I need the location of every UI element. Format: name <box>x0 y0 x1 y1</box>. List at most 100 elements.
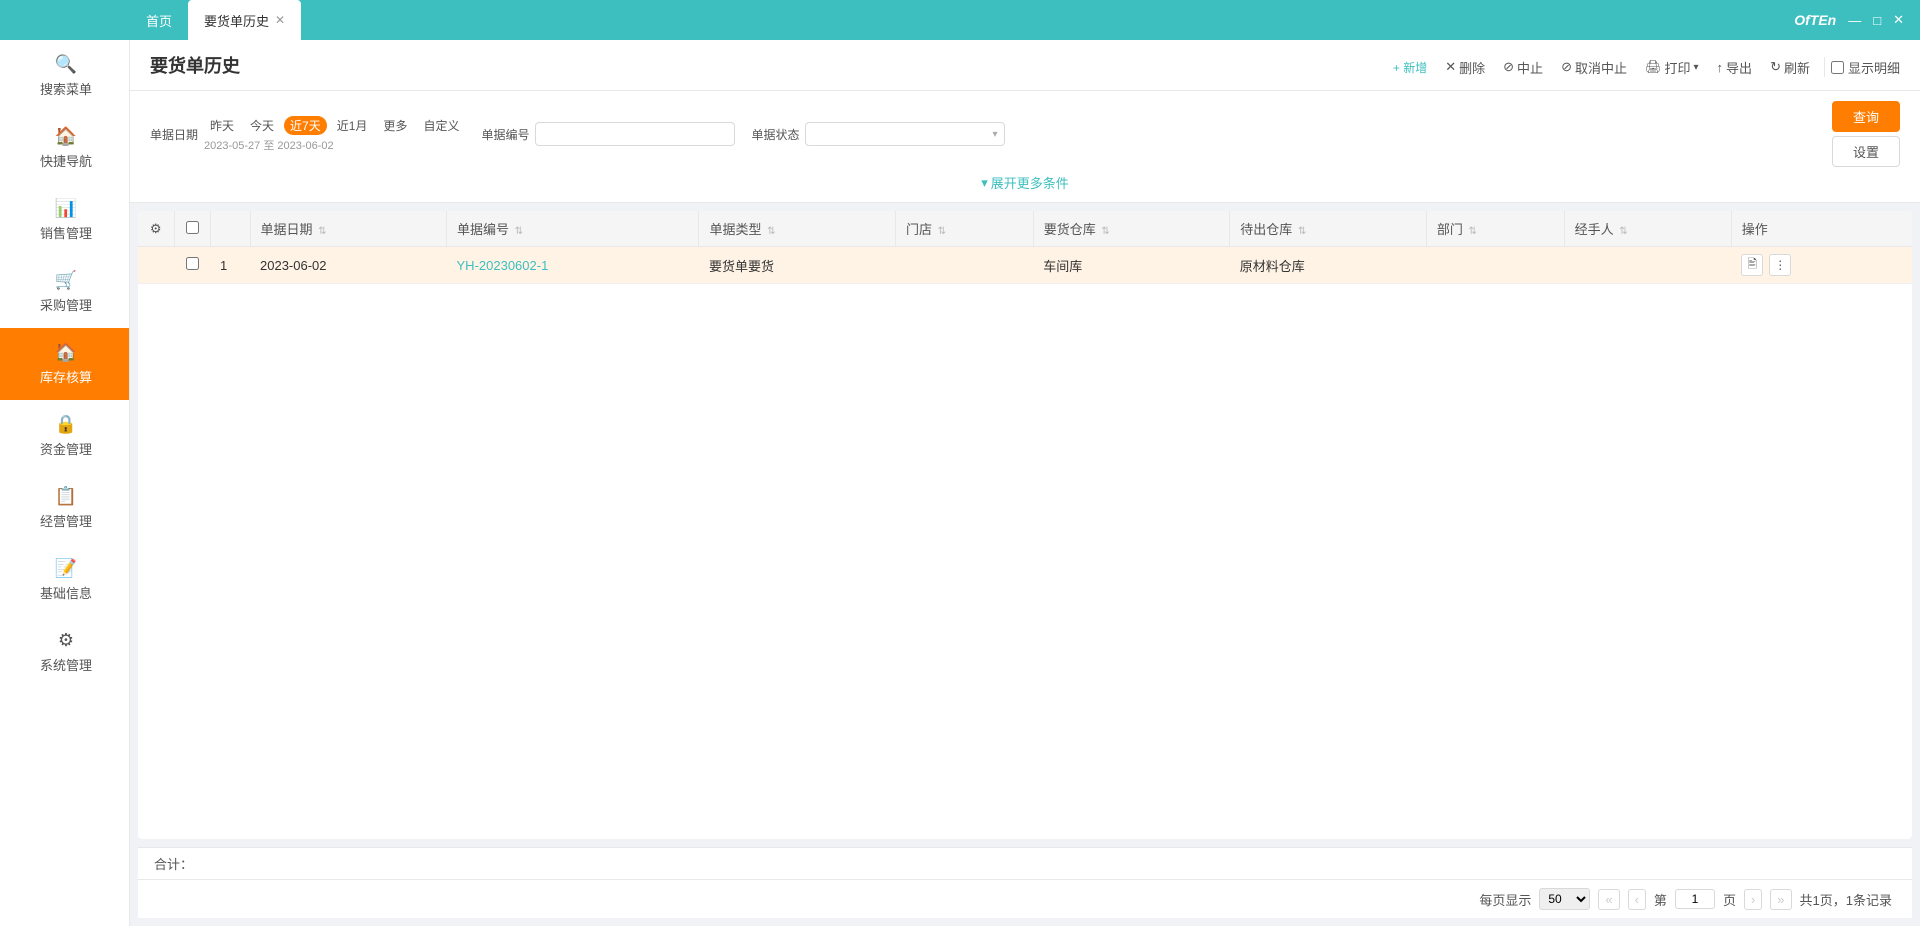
sidebar-item-operations[interactable]: 📋 经营管理 <box>0 472 129 544</box>
th-order-type[interactable]: 单据类型 ⇅ <box>699 211 896 247</box>
status-select[interactable] <box>805 122 1005 146</box>
order-no-label: 单据编号 <box>481 126 529 143</box>
sidebar-label-system: 系统管理 <box>40 655 92 674</box>
pagination: 每页显示 50 10 20 100 « ‹ 第 页 › » 共1页，1条记录 <box>138 879 1912 918</box>
td-store <box>895 247 1033 284</box>
delete-button[interactable]: ✕ 删除 <box>1437 54 1493 81</box>
tab-close-icon[interactable]: ✕ <box>275 13 285 27</box>
purchase-icon: 🛒 <box>55 270 77 291</box>
shortcut-1month[interactable]: 近1月 <box>331 116 374 135</box>
page-number-input[interactable] <box>1675 889 1715 909</box>
first-page-btn[interactable]: « <box>1598 889 1619 910</box>
th-handler[interactable]: 经手人 ⇅ <box>1564 211 1731 247</box>
system-icon: ⚙ <box>58 630 74 651</box>
table-body: 1 2023-06-02 YH-20230602-1 要货单要货 车间库 原材料… <box>138 247 1912 284</box>
th-date[interactable]: 单据日期 ⇅ <box>250 211 447 247</box>
expand-more-btn[interactable]: ▾ 展开更多条件 <box>150 173 1900 192</box>
last-page-btn[interactable]: » <box>1770 889 1791 910</box>
tab-requisition-history[interactable]: 要货单历史 ✕ <box>188 0 301 40</box>
cancel-stop-button[interactable]: ⊘ 取消中止 <box>1553 54 1635 81</box>
order-no-link[interactable]: YH-20230602-1 <box>457 258 549 273</box>
shortcut-today[interactable]: 今天 <box>244 116 280 135</box>
sidebar-item-finance[interactable]: 🔒 资金管理 <box>0 400 129 472</box>
per-page-select[interactable]: 50 10 20 100 <box>1539 888 1590 910</box>
shortcut-yesterday[interactable]: 昨天 <box>204 116 240 135</box>
date-filter-group: 单据日期 昨天 今天 近7天 近1月 更多 自定义 2023-05-27 至 2… <box>150 116 465 153</box>
td-req-warehouse: 车间库 <box>1033 247 1230 284</box>
sidebar-item-search-menu[interactable]: 🔍 搜索菜单 <box>0 40 129 112</box>
sidebar-item-quick-nav[interactable]: 🏠 快捷导航 <box>0 112 129 184</box>
sidebar-item-purchase[interactable]: 🛒 采购管理 <box>0 256 129 328</box>
stop-icon: ⊘ <box>1503 59 1514 75</box>
th-order-no[interactable]: 单据编号 ⇅ <box>447 211 699 247</box>
row-more-btn[interactable]: ⋮ <box>1769 254 1791 276</box>
top-right-controls: OfTEn — □ ✕ <box>1794 12 1920 28</box>
next-page-btn[interactable]: › <box>1744 889 1762 910</box>
refresh-icon: ↻ <box>1770 59 1781 75</box>
td-department <box>1426 247 1564 284</box>
display-detail-toggle[interactable]: 显示明细 <box>1831 58 1900 77</box>
sidebar-item-basic-info[interactable]: 📝 基础信息 <box>0 544 129 616</box>
handler-sort-icon: ⇅ <box>1619 226 1627 237</box>
th-store[interactable]: 门店 ⇅ <box>895 211 1033 247</box>
query-button[interactable]: 查询 <box>1832 101 1900 132</box>
select-all-checkbox[interactable] <box>186 221 199 234</box>
home-icon: 🏠 <box>55 126 77 147</box>
td-date: 2023-06-02 <box>250 247 447 284</box>
top-bar: 首页 要货单历史 ✕ OfTEn — □ ✕ <box>0 0 1920 40</box>
sidebar-label-sales: 销售管理 <box>40 223 92 242</box>
td-order-no[interactable]: YH-20230602-1 <box>447 247 699 284</box>
th-checkbox <box>174 211 210 247</box>
filter-action-btns: 查询 设置 <box>1832 101 1900 167</box>
stop-button[interactable]: ⊘ 中止 <box>1495 54 1551 81</box>
row-view-btn[interactable]: 🖹 <box>1741 254 1763 276</box>
page-unit-label: 页 <box>1723 890 1736 909</box>
row-checkbox[interactable] <box>186 257 199 270</box>
sidebar-item-inventory[interactable]: 🏠 库存核算 <box>0 328 129 400</box>
export-button[interactable]: ↑ 导出 <box>1709 54 1761 81</box>
export-icon: ↑ <box>1717 60 1724 75</box>
status-filter-group: 单据状态 ▾ <box>751 122 1005 146</box>
print-button[interactable]: 🖨 打印 ▾ <box>1637 54 1707 81</box>
th-num <box>210 211 250 247</box>
order-no-input[interactable] <box>535 122 735 146</box>
sidebar-item-system[interactable]: ⚙ 系统管理 <box>0 616 129 688</box>
prev-page-btn[interactable]: ‹ <box>1628 889 1646 910</box>
close-btn[interactable]: ✕ <box>1893 12 1904 28</box>
refresh-button[interactable]: ↻ 刷新 <box>1762 54 1818 81</box>
minimize-btn[interactable]: — <box>1848 13 1861 28</box>
display-detail-checkbox[interactable] <box>1831 61 1844 74</box>
sidebar: 🔍 搜索菜单 🏠 快捷导航 📊 销售管理 🛒 采购管理 🏠 库存核算 🔒 资金管… <box>0 40 130 926</box>
settings-button[interactable]: 设置 <box>1832 136 1900 167</box>
shortcut-7days[interactable]: 近7天 <box>284 116 327 135</box>
td-order-type: 要货单要货 <box>699 247 896 284</box>
td-checkbox <box>174 247 210 284</box>
th-req-warehouse[interactable]: 要货仓库 ⇅ <box>1033 211 1230 247</box>
sidebar-item-sales[interactable]: 📊 销售管理 <box>0 184 129 256</box>
status-select-wrap: ▾ <box>805 122 1005 146</box>
shortcut-custom[interactable]: 自定义 <box>417 116 465 135</box>
sidebar-label-search-menu: 搜索菜单 <box>40 79 92 98</box>
td-settings <box>138 247 174 284</box>
expand-more-icon: ▾ <box>981 175 988 191</box>
tab-home[interactable]: 首页 <box>130 0 188 40</box>
shortcut-more[interactable]: 更多 <box>377 116 413 135</box>
th-settings[interactable]: ⚙ <box>138 211 174 247</box>
order-no-filter-group: 单据编号 <box>481 122 735 146</box>
total-info: 共1页，1条记录 <box>1800 890 1892 909</box>
th-pending-warehouse[interactable]: 待出仓库 ⇅ <box>1230 211 1427 247</box>
table-area: ⚙ 单据日期 ⇅ 单据编号 ⇅ <box>138 211 1912 839</box>
finance-icon: 🔒 <box>55 414 77 435</box>
print-icon: 🖨 <box>1645 59 1662 75</box>
order-no-sort-icon: ⇅ <box>515 226 523 237</box>
sidebar-label-finance: 资金管理 <box>40 439 92 458</box>
th-department[interactable]: 部门 ⇅ <box>1426 211 1564 247</box>
maximize-btn[interactable]: □ <box>1873 13 1881 28</box>
new-button[interactable]: + 新增 <box>1385 55 1435 80</box>
print-dropdown-icon: ▾ <box>1694 62 1699 73</box>
td-handler <box>1564 247 1731 284</box>
sidebar-label-inventory: 库存核算 <box>40 367 92 386</box>
delete-icon: ✕ <box>1445 59 1456 75</box>
filter-row: 单据日期 昨天 今天 近7天 近1月 更多 自定义 2023-05-27 至 2… <box>150 101 1900 167</box>
td-actions: 🖹 ⋮ <box>1731 247 1912 284</box>
